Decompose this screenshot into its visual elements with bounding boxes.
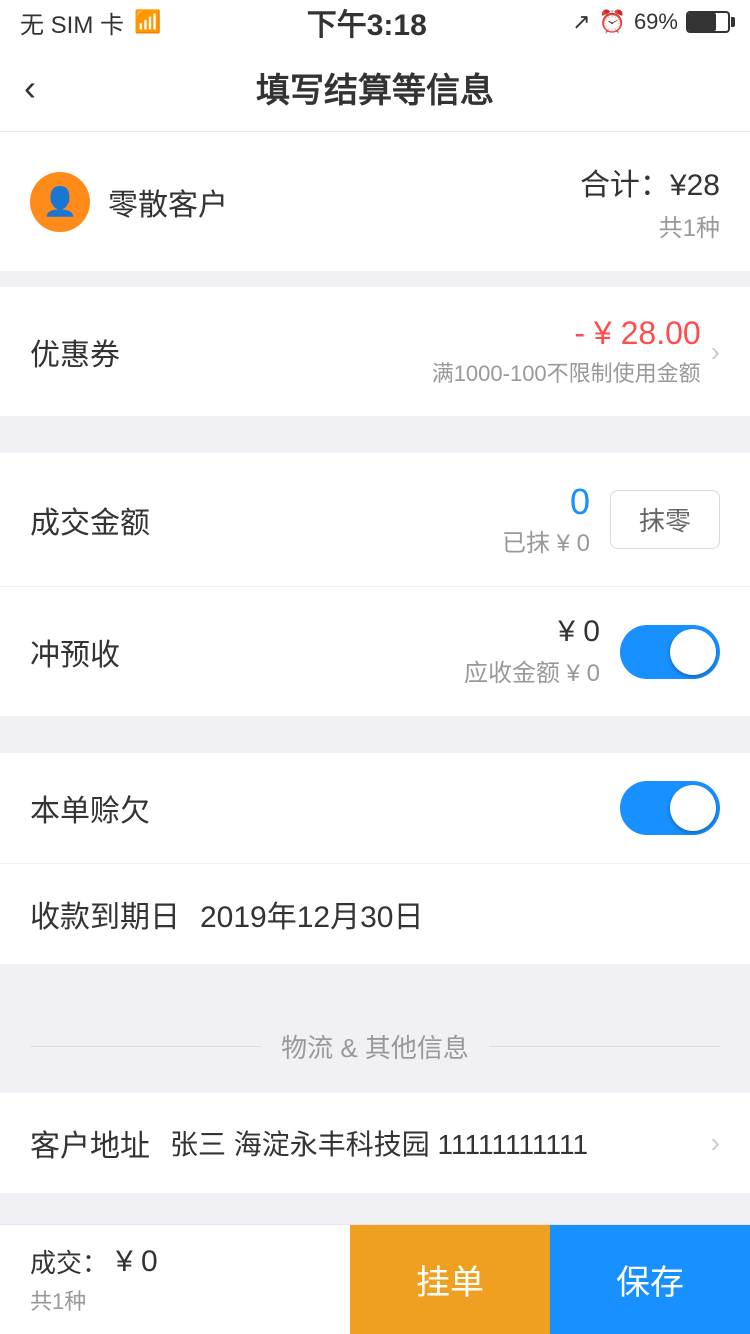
transaction-label: 成交金额 (30, 498, 170, 542)
section-divider-3 (0, 980, 750, 1000)
advance-sub: 应收金额 ¥ 0 (464, 653, 600, 688)
customer-right: 合计：¥28 共1种 (580, 160, 720, 243)
erase-button[interactable]: 抹零 (610, 490, 720, 549)
advance-payment-row: 冲预收 ¥ 0 应收金额 ¥ 0 (0, 587, 750, 717)
address-card: 客户地址 张三 海淀永丰科技园 11111111111 › (0, 1093, 750, 1193)
transaction-value-group: 0 已抹 ¥ 0 (502, 481, 590, 558)
logistics-section-header: 物流 & 其他信息 (0, 1000, 750, 1093)
back-button[interactable]: ‹ (24, 67, 36, 109)
logistics-line-left (30, 1046, 261, 1047)
status-bar: 无 SIM 卡 📶 下午3:18 ↗ ⏰ 69% (0, 0, 750, 44)
due-date-label: 收款到期日 (30, 892, 180, 936)
coupon-label: 优惠券 (30, 330, 120, 374)
debt-toggle[interactable] (620, 781, 720, 835)
alarm-icon: ⏰ (599, 9, 626, 35)
transaction-right: 0 已抹 ¥ 0 抹零 (502, 481, 720, 558)
address-chevron-icon: › (711, 1127, 720, 1159)
customer-left: 👤 零散客户 (30, 172, 228, 232)
nav-bar: ‹ 填写结算等信息 (0, 44, 750, 132)
location-icon: ↗ (572, 9, 590, 35)
customer-row: 👤 零散客户 合计：¥28 共1种 (0, 132, 750, 271)
bottom-trans-amount: ¥ 0 (116, 1245, 158, 1279)
advance-info: ¥ 0 应收金额 ¥ 0 (464, 615, 600, 688)
transaction-row: 成交金额 0 已抹 ¥ 0 抹零 (0, 453, 750, 587)
debt-card: 本单赊欠 收款到期日 2019年12月30日 (0, 753, 750, 964)
battery-icon (686, 11, 730, 33)
toggle-knob (670, 629, 716, 675)
status-left: 无 SIM 卡 📶 (20, 5, 161, 40)
coupon-card: 优惠券 - ¥ 28.00 满1000-100不限制使用金额 › (0, 287, 750, 417)
logistics-line-right (489, 1046, 720, 1047)
avatar: 👤 (30, 172, 90, 232)
transaction-card: 成交金额 0 已抹 ¥ 0 抹零 冲预收 ¥ 0 应收金额 ¥ 0 (0, 453, 750, 717)
already-erased: 已抹 ¥ 0 (502, 523, 590, 558)
customer-name: 零散客户 (108, 180, 228, 224)
advance-payment-label: 冲预收 (30, 630, 170, 674)
logistics-label: 物流 & 其他信息 (281, 1028, 469, 1065)
coupon-description: 满1000-100不限制使用金额 (432, 356, 701, 388)
chevron-right-icon: › (711, 336, 720, 368)
status-time: 下午3:18 (307, 0, 427, 44)
address-value: 张三 海淀永丰科技园 11111111111 (170, 1123, 691, 1163)
address-row[interactable]: 客户地址 张三 海淀永丰科技园 11111111111 › (0, 1093, 750, 1193)
address-label: 客户地址 (30, 1121, 150, 1165)
carrier-label: 无 SIM 卡 (20, 5, 124, 40)
bottom-bar: 成交： ¥ 0 共1种 挂单 保存 (0, 1224, 750, 1334)
wifi-icon: 📶 (134, 9, 161, 35)
debt-toggle-knob (670, 785, 716, 831)
battery-percentage: 69% (634, 9, 678, 35)
content: 👤 零散客户 合计：¥28 共1种 优惠券 - ¥ 28.00 满1000-10… (0, 132, 750, 1329)
debt-row: 本单赊欠 (0, 753, 750, 863)
page-title: 填写结算等信息 (256, 63, 494, 112)
section-divider-1 (0, 433, 750, 453)
total-amount: 合计：¥28 (580, 160, 720, 204)
advance-right: ¥ 0 应收金额 ¥ 0 (464, 615, 720, 688)
status-right: ↗ ⏰ 69% (572, 9, 730, 35)
advance-amount: ¥ 0 (464, 615, 600, 649)
coupon-row[interactable]: 优惠券 - ¥ 28.00 满1000-100不限制使用金额 › (0, 287, 750, 417)
advance-payment-toggle[interactable] (620, 625, 720, 679)
due-date-row: 收款到期日 2019年12月30日 (0, 863, 750, 964)
transaction-value: 0 (570, 481, 590, 522)
section-divider-2 (0, 733, 750, 753)
bottom-transaction: 成交： ¥ 0 (30, 1243, 320, 1280)
bottom-trans-label: 成交： (30, 1243, 108, 1280)
bottom-count: 共1种 (30, 1284, 320, 1316)
debt-label: 本单赊欠 (30, 786, 150, 830)
coupon-right: - ¥ 28.00 满1000-100不限制使用金额 › (432, 315, 720, 388)
due-date-value: 2019年12月30日 (200, 892, 423, 936)
hold-button[interactable]: 挂单 (350, 1225, 550, 1334)
save-button[interactable]: 保存 (550, 1225, 750, 1334)
bottom-summary: 成交： ¥ 0 共1种 (0, 1243, 350, 1316)
total-count: 共1种 (580, 208, 720, 243)
avatar-icon: 👤 (43, 185, 78, 218)
coupon-right-text: - ¥ 28.00 满1000-100不限制使用金额 (432, 315, 701, 388)
coupon-amount: - ¥ 28.00 (432, 315, 701, 352)
